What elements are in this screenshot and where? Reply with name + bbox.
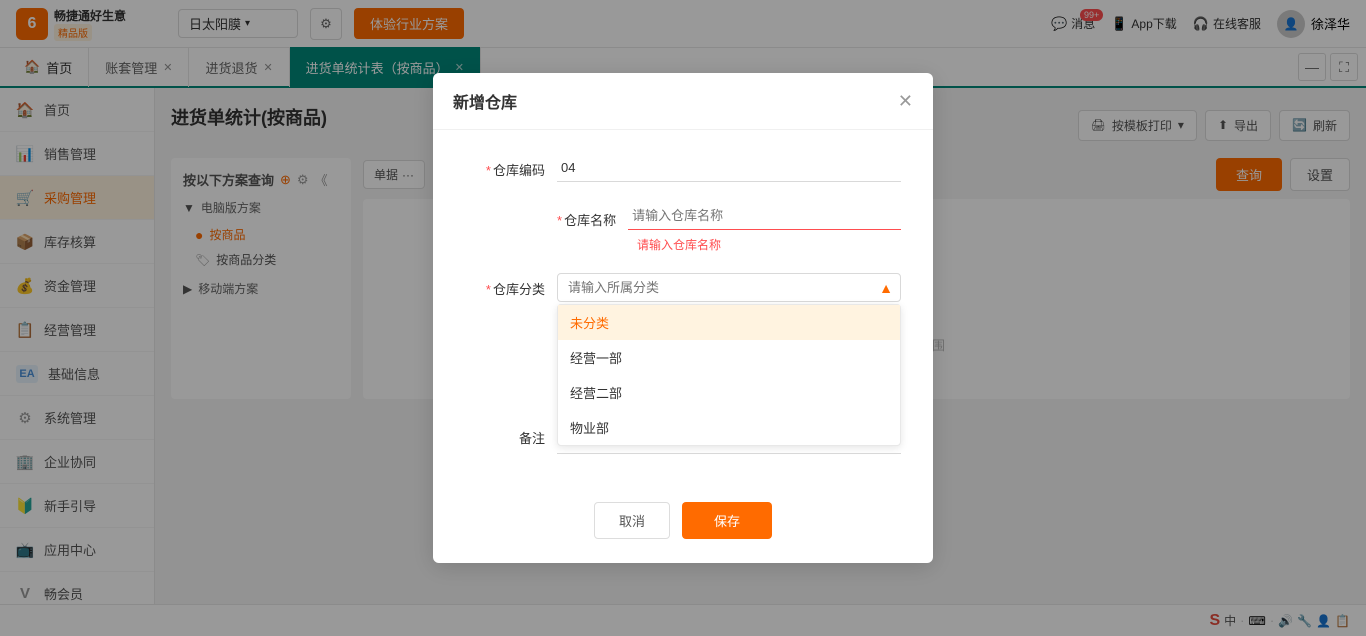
modal-overlay[interactable]: 新增仓库 ✕ 仓库编码 仓库名称 请输入仓库名称 [0,0,1366,636]
code-label: 仓库编码 [465,154,545,179]
category-label: 仓库分类 [465,273,545,298]
category-select-wrap: ▲ 未分类 经营一部 经营二部 物业部 [557,273,901,302]
name-error-message: 请输入仓库名称 [637,236,721,253]
notes-label: 备注 [465,422,545,447]
modal-cancel-button[interactable]: 取消 [594,502,670,539]
modal-body: 仓库编码 仓库名称 请输入仓库名称 仓库分类 ▲ [433,130,933,490]
dropdown-item-operations1[interactable]: 经营一部 [558,340,900,375]
dropdown-item-operations2[interactable]: 经营二部 [558,375,900,410]
modal-save-button[interactable]: 保存 [682,502,772,539]
form-row-code: 仓库编码 [465,154,901,182]
form-row-category: 仓库分类 ▲ 未分类 经营一部 经营二部 物业部 [465,273,901,302]
category-dropdown: 未分类 经营一部 经营二部 物业部 [557,304,901,446]
dropdown-item-unclassified[interactable]: 未分类 [558,305,900,340]
category-input[interactable] [557,273,901,302]
modal-title: 新增仓库 [453,89,517,113]
modal-footer: 取消 保存 [433,490,933,563]
name-label: 仓库名称 [557,204,616,229]
form-row-name: 仓库名称 请输入仓库名称 [557,202,901,253]
modal-close-button[interactable]: ✕ [898,91,913,112]
modal-header: 新增仓库 ✕ [433,73,933,130]
new-warehouse-modal: 新增仓库 ✕ 仓库编码 仓库名称 请输入仓库名称 [433,73,933,563]
name-input[interactable] [628,202,901,230]
select-arrow-icon[interactable]: ▲ [879,280,893,296]
code-input[interactable] [557,154,901,182]
dropdown-item-property[interactable]: 物业部 [558,410,900,445]
